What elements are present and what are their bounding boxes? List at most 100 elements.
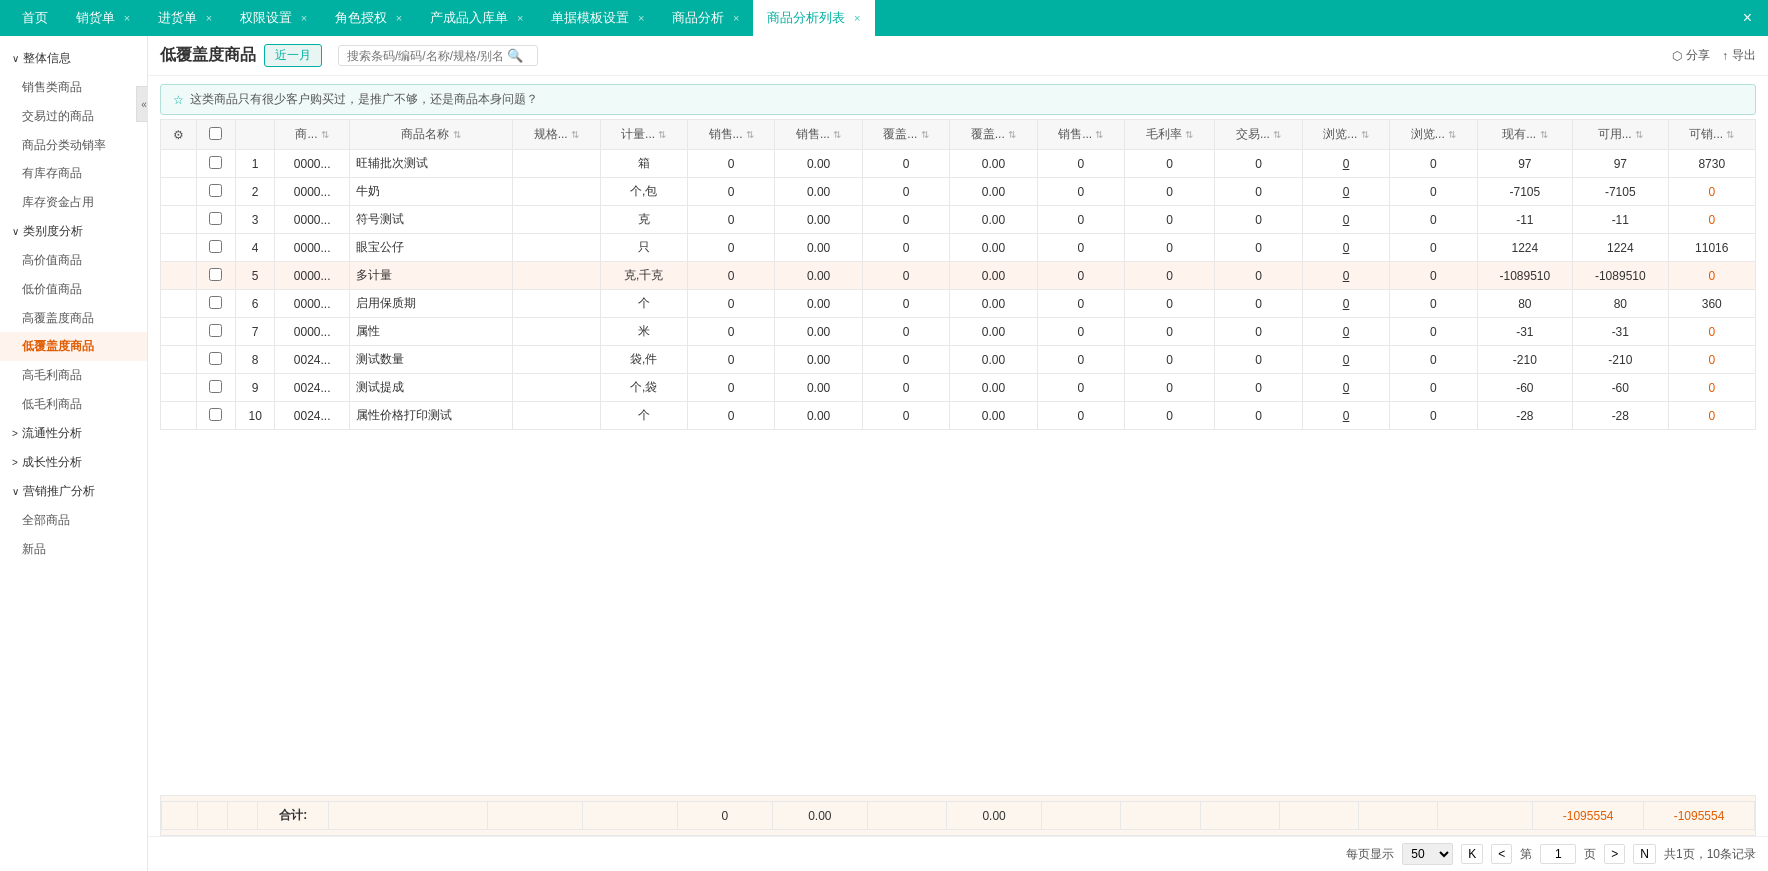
next-page-button[interactable]: > [1604,844,1625,864]
sidebar-item-low-coverage[interactable]: 低覆盖度商品 [0,332,147,361]
close-roles-icon[interactable]: × [396,12,402,24]
sidebar-section-growth[interactable]: > 成长性分析 [0,448,147,477]
nav-analysis[interactable]: 商品分析 × [658,0,753,36]
th-available[interactable]: 可用... ⇅ [1573,120,1668,150]
prev-page-button[interactable]: < [1491,844,1512,864]
page-number-input[interactable] [1540,844,1576,864]
nav-sales[interactable]: 销货单 × [62,0,144,36]
td-checkbox[interactable] [197,402,236,430]
td-checkbox[interactable] [197,234,236,262]
sidebar-item-with-stock[interactable]: 有库存商品 [0,159,147,188]
th-sales-amt[interactable]: 销售... ⇅ [775,120,862,150]
th-name[interactable]: 商品名称 ⇅ [349,120,512,150]
sidebar-section-overall-label: 整体信息 [23,50,71,67]
nav-analysis-list[interactable]: 商品分析列表 × [753,0,874,36]
td-checkbox[interactable] [197,318,236,346]
td-sellable: 0 [1668,346,1755,374]
export-button[interactable]: ↑ 导出 [1722,47,1756,64]
td-checkbox[interactable] [197,150,236,178]
th-unit[interactable]: 计量... ⇅ [600,120,687,150]
th-settings[interactable]: ⚙ [161,120,197,150]
td-browse-a[interactable]: 0 [1302,290,1389,318]
td-checkbox[interactable] [197,346,236,374]
table-container[interactable]: ⚙ 商... ⇅ 商品名称 ⇅ 规格... ⇅ 计量... ⇅ 销售... ⇅ … [160,119,1756,795]
sidebar-item-high-value[interactable]: 高价值商品 [0,246,147,275]
close-analysis-list-icon[interactable]: × [854,12,860,24]
td-checkbox[interactable] [197,374,236,402]
sidebar-item-high-gross[interactable]: 高毛利商品 [0,361,147,390]
row-checkbox[interactable] [209,296,222,309]
row-checkbox[interactable] [209,156,222,169]
td-checkbox[interactable] [197,178,236,206]
th-cover-amt[interactable]: 覆盖... ⇅ [950,120,1037,150]
sidebar-section-category[interactable]: ∨ 类别度分析 [0,217,147,246]
sidebar-item-low-value[interactable]: 低价值商品 [0,275,147,304]
th-sellable[interactable]: 可销... ⇅ [1668,120,1755,150]
close-permissions-icon[interactable]: × [301,12,307,24]
th-sales-sub[interactable]: 销售... ⇅ [1037,120,1124,150]
close-analysis-icon[interactable]: × [733,12,739,24]
page-size-select[interactable]: 10 20 50 100 [1402,843,1453,865]
nav-template[interactable]: 单据模板设置 × [537,0,658,36]
td-num: 3 [235,206,274,234]
row-checkbox[interactable] [209,268,222,281]
time-filter-button[interactable]: 近一月 [264,44,322,67]
td-browse-a[interactable]: 0 [1302,234,1389,262]
th-browse-b[interactable]: 浏览... ⇅ [1390,120,1477,150]
sidebar-item-traded-goods[interactable]: 交易过的商品 [0,102,147,131]
sidebar-section-marketing[interactable]: ∨ 营销推广分析 [0,477,147,506]
close-all-button[interactable]: × [1735,9,1760,27]
row-checkbox[interactable] [209,380,222,393]
close-template-icon[interactable]: × [638,12,644,24]
th-spec[interactable]: 规格... ⇅ [513,120,600,150]
nav-permissions[interactable]: 权限设置 × [226,0,321,36]
row-checkbox[interactable] [209,240,222,253]
th-current[interactable]: 现有... ⇅ [1477,120,1572,150]
row-checkbox[interactable] [209,324,222,337]
td-checkbox[interactable] [197,206,236,234]
th-checkbox[interactable] [197,120,236,150]
last-page-button[interactable]: N [1633,844,1656,864]
row-checkbox[interactable] [209,408,222,421]
nav-home[interactable]: 首页 [8,0,62,36]
th-sales-qty[interactable]: 销售... ⇅ [687,120,774,150]
nav-purchase[interactable]: 进货单 × [144,0,226,36]
sidebar-item-all-goods[interactable]: 全部商品 [0,506,147,535]
row-checkbox[interactable] [209,184,222,197]
sidebar-section-overall[interactable]: ∨ 整体信息 [0,44,147,73]
th-gross-rate[interactable]: 毛利率 ⇅ [1125,120,1215,150]
th-browse-a[interactable]: 浏览... ⇅ [1302,120,1389,150]
select-all-checkbox[interactable] [209,127,222,140]
td-browse-a[interactable]: 0 [1302,262,1389,290]
sidebar-item-low-gross[interactable]: 低毛利商品 [0,390,147,419]
td-browse-a[interactable]: 0 [1302,346,1389,374]
td-browse-a[interactable]: 0 [1302,402,1389,430]
td-browse-a[interactable]: 0 [1302,374,1389,402]
close-sales-icon[interactable]: × [124,12,130,24]
sidebar-item-sales-goods[interactable]: 销售类商品 [0,73,147,102]
td-checkbox[interactable] [197,290,236,318]
first-page-button[interactable]: K [1461,844,1483,864]
td-browse-a[interactable]: 0 [1302,206,1389,234]
td-browse-a[interactable]: 0 [1302,150,1389,178]
row-checkbox[interactable] [209,352,222,365]
th-code[interactable]: 商... ⇅ [275,120,349,150]
sidebar-section-circulation[interactable]: > 流通性分析 [0,419,147,448]
search-input[interactable] [347,49,507,63]
row-checkbox[interactable] [209,212,222,225]
td-checkbox[interactable] [197,262,236,290]
sidebar-item-category-rate[interactable]: 商品分类动销率 [0,131,147,160]
sidebar-collapse-button[interactable]: « [136,86,148,122]
nav-roles[interactable]: 角色授权 × [321,0,416,36]
nav-product-entry[interactable]: 产成品入库单 × [416,0,537,36]
th-trade[interactable]: 交易... ⇅ [1215,120,1302,150]
th-cover-qty[interactable]: 覆盖... ⇅ [862,120,949,150]
td-browse-a[interactable]: 0 [1302,178,1389,206]
sidebar-item-stock-capital[interactable]: 库存资金占用 [0,188,147,217]
close-product-entry-icon[interactable]: × [517,12,523,24]
close-purchase-icon[interactable]: × [206,12,212,24]
share-button[interactable]: ⬡ 分享 [1672,47,1710,64]
sidebar-item-new-goods[interactable]: 新品 [0,535,147,564]
sidebar-item-high-coverage[interactable]: 高覆盖度商品 [0,304,147,333]
td-browse-a[interactable]: 0 [1302,318,1389,346]
